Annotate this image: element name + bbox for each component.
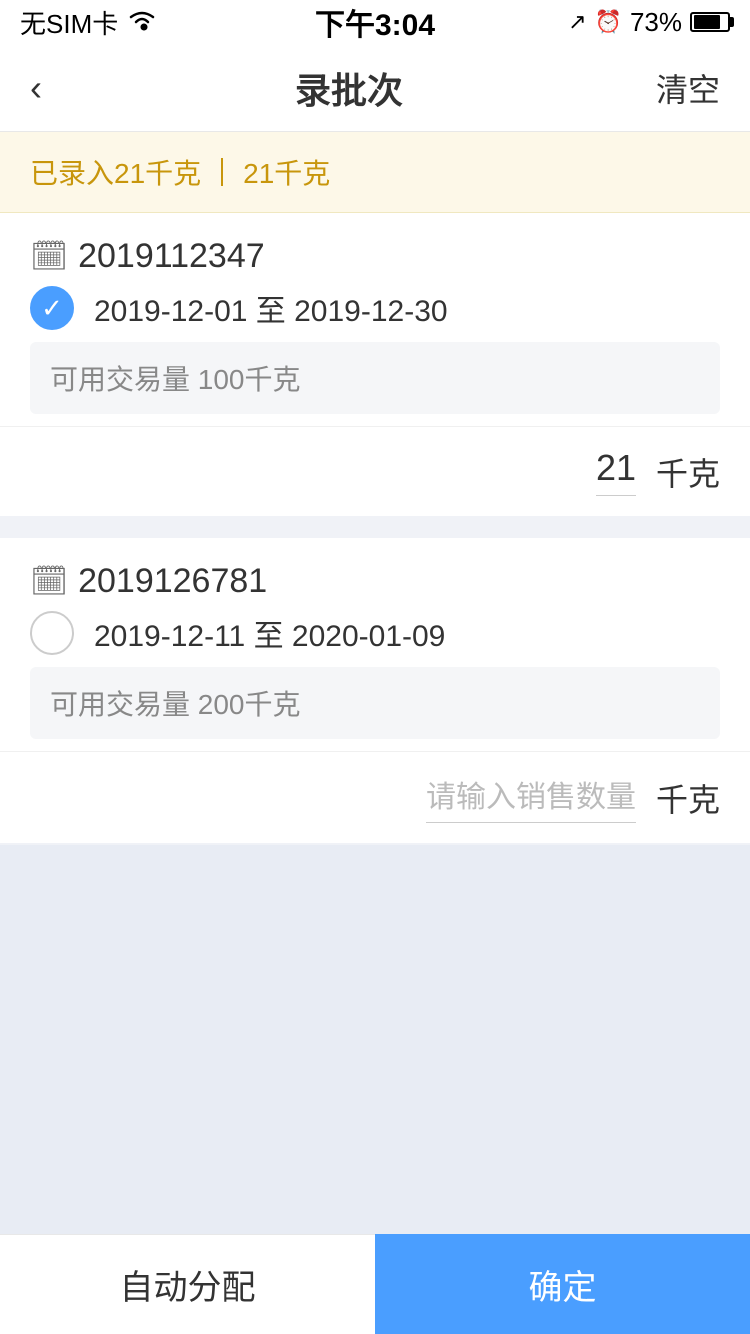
batch-2-radio[interactable]: [30, 611, 74, 655]
status-right: ↗ ⏰ 73%: [568, 7, 730, 38]
page-title: 录批次: [295, 62, 403, 114]
batch-1-header: 🗓 2019112347: [0, 213, 750, 286]
batch-2-unit: 千克: [656, 775, 720, 821]
batch-1-date: 2019-12-01 至 2019-12-30: [94, 286, 448, 330]
batch-1-avail: 可用交易量 100千克: [30, 342, 720, 414]
batch-1-unit: 千克: [656, 449, 720, 495]
wifi-icon: [128, 7, 156, 38]
batch-2-id: 2019126781: [78, 562, 267, 601]
batch-card-2: 🗓 2019126781 2019-12-11 至 2020-01-09 可用交…: [0, 538, 750, 843]
batch-2-icon: 🗓: [30, 564, 68, 599]
alarm-icon: ⏰: [595, 9, 622, 35]
battery-percent: 73%: [630, 7, 682, 38]
batch-1-radio[interactable]: [30, 286, 74, 330]
clear-button[interactable]: 清空: [656, 65, 720, 111]
empty-space: [0, 845, 750, 1285]
batch-2-qty-input[interactable]: 请输入销售数量: [426, 772, 636, 823]
back-button[interactable]: ‹: [30, 67, 42, 109]
batch-2-qty-row: 请输入销售数量 千克: [0, 751, 750, 843]
status-left: 无SIM卡: [20, 4, 156, 41]
bottom-bar: 自动分配 确定: [0, 1234, 750, 1334]
batch-1-row[interactable]: 2019-12-01 至 2019-12-30: [0, 286, 750, 330]
batch-1-icon: 🗓: [30, 239, 68, 274]
auto-distribute-button[interactable]: 自动分配: [0, 1234, 375, 1334]
recorded-amount: 已录入21千克: [30, 152, 201, 192]
info-divider: [221, 158, 223, 186]
batch-2-header: 🗓 2019126781: [0, 538, 750, 611]
batch-2-row[interactable]: 2019-12-11 至 2020-01-09: [0, 611, 750, 655]
confirm-button[interactable]: 确定: [375, 1234, 750, 1334]
batch-1-quantity[interactable]: 21: [596, 447, 636, 496]
batch-1-qty-row: 21 千克: [0, 426, 750, 516]
status-time: 下午3:04: [315, 0, 435, 44]
batch-1-id: 2019112347: [78, 237, 265, 276]
batch-card-1: 🗓 2019112347 2019-12-01 至 2019-12-30 可用交…: [0, 213, 750, 516]
section-separator: [0, 518, 750, 538]
status-bar: 无SIM卡 下午3:04 ↗ ⏰ 73%: [0, 0, 750, 44]
total-amount: 21千克: [243, 152, 330, 192]
batch-2-avail: 可用交易量 200千克: [30, 667, 720, 739]
carrier-text: 无SIM卡: [20, 4, 118, 41]
batch-2-date: 2019-12-11 至 2020-01-09: [94, 611, 445, 655]
battery-icon: [690, 12, 730, 32]
batch-2-placeholder: 请输入销售数量: [426, 781, 636, 814]
nav-bar: ‹ 录批次 清空: [0, 44, 750, 132]
location-icon: ↗: [568, 9, 586, 35]
info-banner: 已录入21千克 21千克: [0, 132, 750, 213]
